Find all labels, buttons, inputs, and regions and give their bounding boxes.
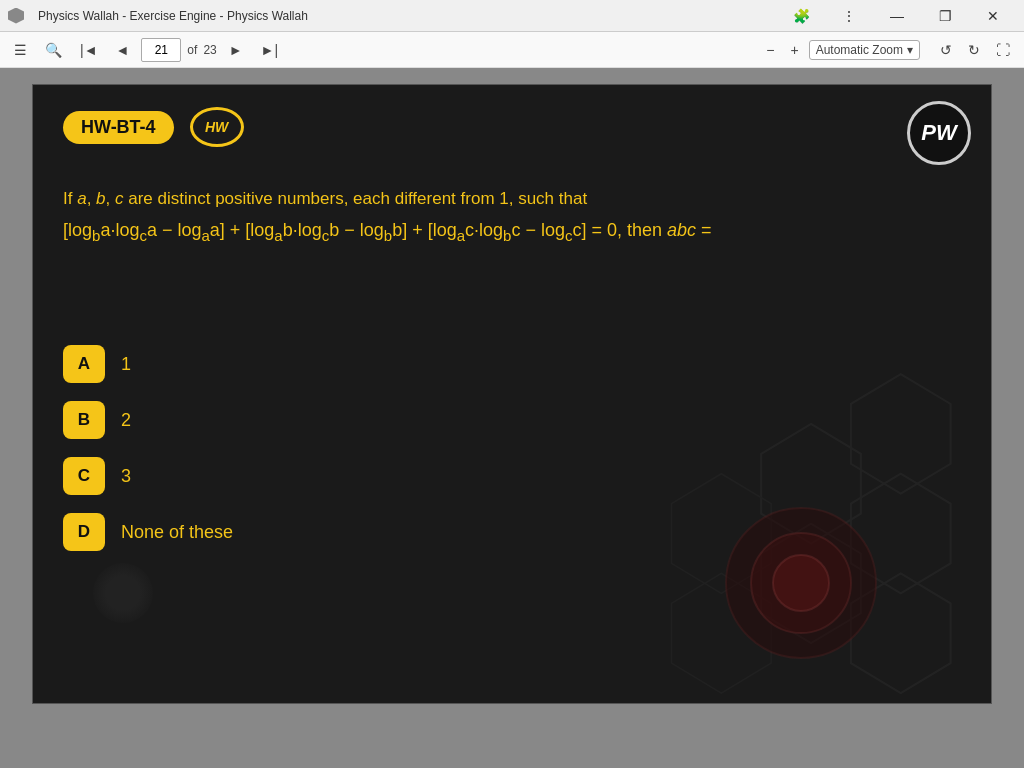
total-pages: 23 [203,43,216,57]
zoom-label: Automatic Zoom [816,43,903,57]
option-row-a: A 1 [63,345,233,383]
window-controls: 🧩 ⋮ — ❐ ✕ [778,0,1016,32]
zoom-area: − + Automatic Zoom ▾ [760,38,920,62]
option-d-label: D [78,522,90,542]
option-c-label: C [78,466,90,486]
option-row-d: D None of these [63,513,233,551]
svg-marker-0 [851,374,951,494]
option-a-btn[interactable]: A [63,345,105,383]
deco-circle-small [93,563,153,623]
fullscreen-btn[interactable]: ⛶ [990,38,1016,62]
option-d-value: None of these [121,522,233,543]
rotate-btn[interactable]: ↻ [962,38,986,62]
deco-target [711,503,891,663]
hamburger-btn[interactable]: ☰ [8,38,33,62]
question-equation: [logba·logca − logaa] + [logab·logcb − l… [63,216,971,248]
option-d-btn[interactable]: D [63,513,105,551]
title-bar: Physics Wallah - Exercise Engine - Physi… [0,0,1024,32]
svg-point-9 [773,555,829,611]
option-b-label: B [78,410,90,430]
toolbar-right: ↺ ↻ ⛶ [934,38,1016,62]
window-title: Physics Wallah - Exercise Engine - Physi… [38,9,308,23]
minimize-btn[interactable]: — [874,0,920,32]
option-a-label: A [78,354,90,374]
zoom-in-btn[interactable]: + [784,38,804,62]
restore-btn[interactable]: ❐ [922,0,968,32]
last-page-btn[interactable]: ►| [255,38,285,62]
puzzle-btn[interactable]: 🧩 [778,0,824,32]
option-row-b: B 2 [63,401,233,439]
pw-logo: PW [907,101,971,165]
option-row-c: C 3 [63,457,233,495]
options-area: A 1 B 2 C 3 D None of these [63,345,233,551]
pdf-page: HW-BT-4 HW PW If a, b, c are distinct po… [32,84,992,704]
hw-badge-area: HW-BT-4 HW [63,107,244,147]
hw-circle-label: HW [205,119,228,135]
question-area: If a, b, c are distinct positive numbers… [63,185,971,248]
zoom-out-btn[interactable]: − [760,38,780,62]
page-number-input[interactable]: 21 [141,38,181,62]
zoom-select[interactable]: Automatic Zoom ▾ [809,40,920,60]
menu-dots-btn[interactable]: ⋮ [826,0,872,32]
toolbar: ☰ 🔍 |◄ ◄ 21 of 23 ► ►| − + Automatic Zoo… [0,32,1024,68]
zoom-chevron: ▾ [907,43,913,57]
pw-logo-text: PW [921,120,956,146]
option-b-btn[interactable]: B [63,401,105,439]
first-page-btn[interactable]: |◄ [74,38,104,62]
app-icon [8,8,24,24]
option-c-value: 3 [121,466,131,487]
hw-circle: HW [190,107,244,147]
reset-btn[interactable]: ↺ [934,38,958,62]
option-b-value: 2 [121,410,131,431]
page-separator: of [187,43,197,57]
close-btn[interactable]: ✕ [970,0,1016,32]
option-c-btn[interactable]: C [63,457,105,495]
hw-badge: HW-BT-4 [63,111,174,144]
prev-page-btn[interactable]: ◄ [110,38,136,62]
next-page-btn[interactable]: ► [223,38,249,62]
question-intro: If a, b, c are distinct positive numbers… [63,185,971,212]
search-btn[interactable]: 🔍 [39,38,68,62]
option-a-value: 1 [121,354,131,375]
viewer-area: HW-BT-4 HW PW If a, b, c are distinct po… [0,68,1024,768]
